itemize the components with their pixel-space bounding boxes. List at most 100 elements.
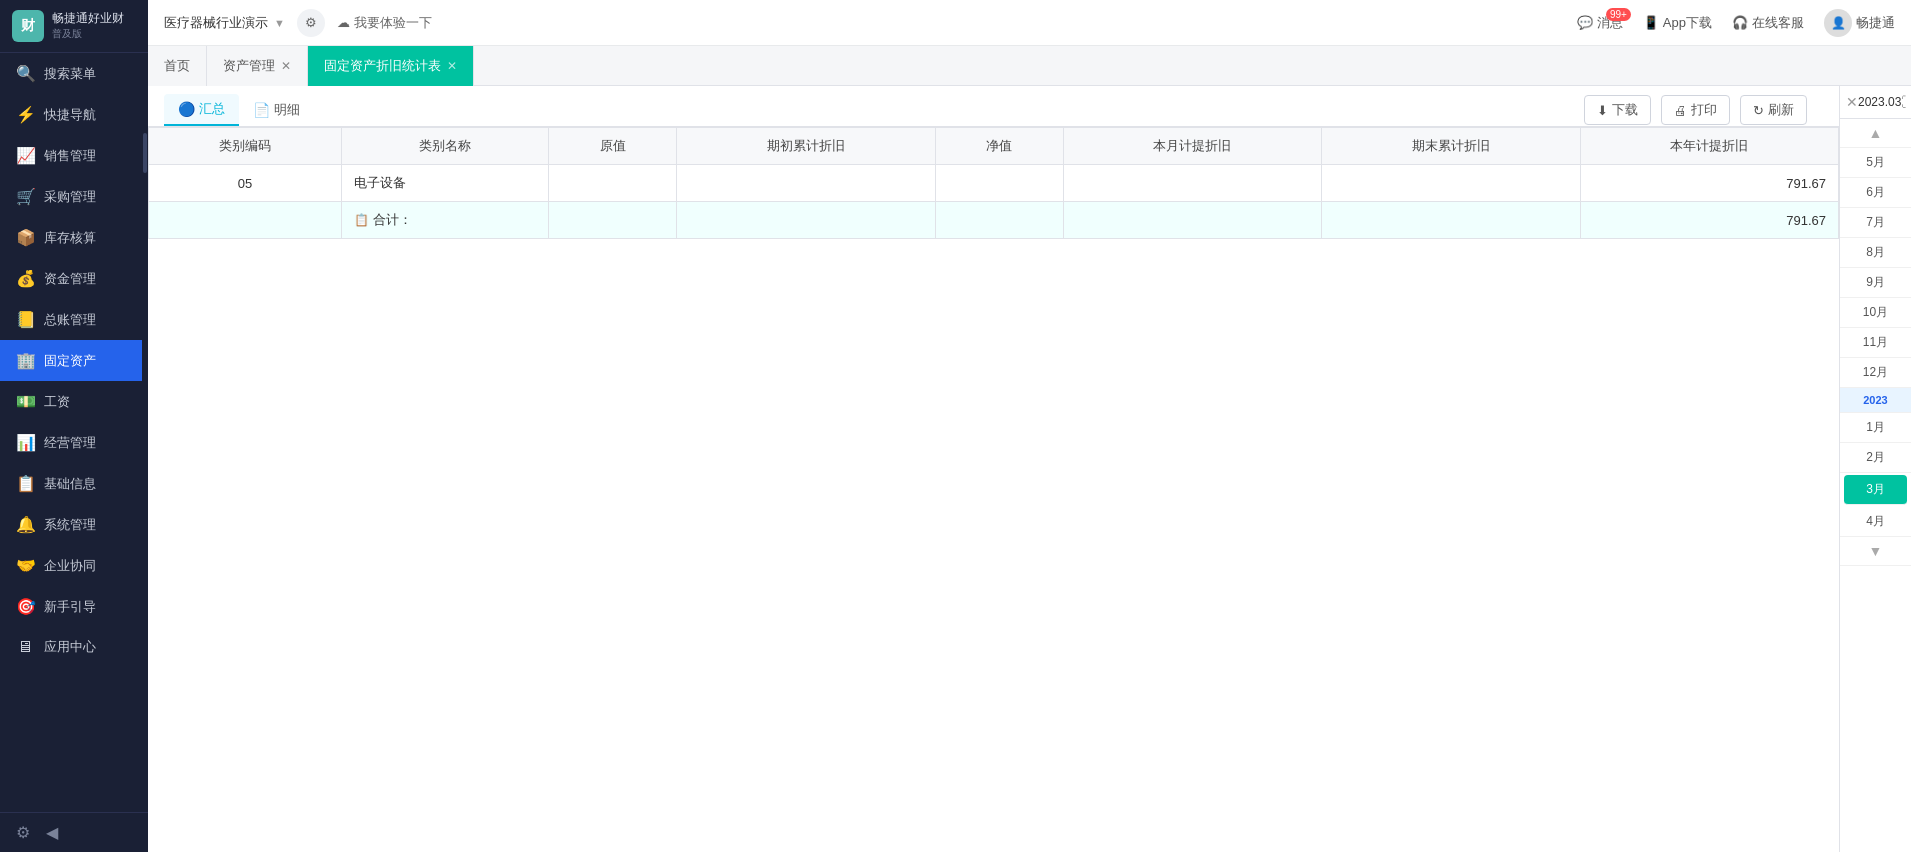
tab-asset-close-icon[interactable]: ✕ — [281, 59, 291, 73]
sidebar-item-payroll[interactable]: 💵 工资 — [0, 381, 142, 422]
date-panel-scroll-up[interactable]: ▲ — [1840, 119, 1911, 148]
tab-asset-mgmt[interactable]: 资产管理 ✕ — [207, 46, 308, 86]
sidebar-item-purchase[interactable]: 🛒 采购管理 — [0, 176, 142, 217]
sidebar-item-inventory[interactable]: 📦 库存核算 — [0, 217, 142, 258]
search-icon: 🔍 — [16, 64, 34, 83]
header-right: 💬 消息 99+ 📱 App下载 🎧 在线客服 👤 畅捷通 — [1577, 9, 1895, 37]
date-month-9[interactable]: 9月 — [1840, 268, 1911, 298]
col-header-name: 类别名称 — [342, 128, 549, 165]
date-month-4[interactable]: 4月 — [1840, 507, 1911, 537]
print-button[interactable]: 🖨 打印 — [1661, 95, 1730, 125]
date-panel-expand-button[interactable]: ⛶ — [1901, 94, 1911, 110]
table-container: 类别编码 类别名称 原值 期初累计折旧 净值 本月计提折旧 期末累计折旧 本年计… — [148, 127, 1839, 852]
date-month-7[interactable]: 7月 — [1840, 208, 1911, 238]
sidebar-item-operations[interactable]: 📊 经营管理 — [0, 422, 142, 463]
tab-bar: 首页 资产管理 ✕ 固定资产折旧统计表 ✕ — [148, 46, 1911, 86]
sidebar-item-appcenter[interactable]: 🖥 应用中心 — [0, 627, 142, 667]
guide-icon: 🎯 — [16, 597, 34, 616]
cell-monthly-dep — [1063, 165, 1321, 202]
total-row: 📋 合计： 791.67 — [149, 202, 1839, 239]
app-download-button[interactable]: 📱 App下载 — [1643, 14, 1712, 32]
date-month-5[interactable]: 5月 — [1840, 148, 1911, 178]
sidebar-label-purchase: 采购管理 — [44, 188, 96, 206]
depreciation-table: 类别编码 类别名称 原值 期初累计折旧 净值 本月计提折旧 期末累计折旧 本年计… — [148, 127, 1839, 239]
company-selector[interactable]: 医疗器械行业演示 ▼ — [164, 14, 285, 32]
cell-original — [549, 165, 677, 202]
download-button[interactable]: ⬇ 下载 — [1584, 95, 1651, 125]
sidebar-label-finance: 资金管理 — [44, 270, 96, 288]
ledger-icon: 📒 — [16, 310, 34, 329]
sidebar-label-collab: 企业协同 — [44, 557, 96, 575]
refresh-icon: ↻ — [1753, 103, 1764, 118]
customer-service-button[interactable]: 🎧 在线客服 — [1732, 14, 1804, 32]
detail-icon: 📄 — [253, 102, 270, 118]
sidebar-nav: 🔍 搜索菜单 ⚡ 快捷导航 📈 销售管理 🛒 采购管理 📦 库存核算 💰 — [0, 53, 142, 812]
purchase-icon: 🛒 — [16, 187, 34, 206]
sidebar-logo: 财 畅捷通好业财 普及版 — [0, 0, 148, 53]
main-content: 医疗器械行业演示 ▼ ⚙ ☁ 我要体验一下 💬 消息 99+ 📱 App下载 🎧… — [148, 0, 1911, 852]
logo-sub: 普及版 — [52, 27, 124, 41]
sidebar-item-fixed[interactable]: 🏢 固定资产 — [0, 340, 142, 381]
col-header-initial-accum: 期初累计折旧 — [677, 128, 935, 165]
operations-icon: 📊 — [16, 433, 34, 452]
sidebar-item-finance[interactable]: 💰 资金管理 — [0, 258, 142, 299]
sidebar-item-guide[interactable]: 🎯 新手引导 — [0, 586, 142, 627]
date-month-1[interactable]: 1月 — [1840, 413, 1911, 443]
date-month-2[interactable]: 2月 — [1840, 443, 1911, 473]
refresh-button[interactable]: ↻ 刷新 — [1740, 95, 1807, 125]
sidebar-scrollbar-thumb — [143, 133, 147, 173]
sub-tab-summary[interactable]: 🔵 汇总 — [164, 94, 239, 126]
cloud-icon: ☁ — [337, 15, 350, 30]
collapse-icon[interactable]: ◀ — [46, 823, 58, 842]
headset-icon: 🎧 — [1732, 15, 1748, 30]
sidebar-item-sales[interactable]: 📈 销售管理 — [0, 135, 142, 176]
sidebar-label-sales: 销售管理 — [44, 147, 96, 165]
date-month-11[interactable]: 11月 — [1840, 328, 1911, 358]
print-icon: 🖨 — [1674, 103, 1687, 118]
date-panel-scroll-down[interactable]: ▼ — [1840, 537, 1911, 566]
sidebar-item-system[interactable]: 🔔 系统管理 — [0, 504, 142, 545]
cell-net — [935, 165, 1063, 202]
inventory-icon: 📦 — [16, 228, 34, 247]
user-profile[interactable]: 👤 畅捷通 — [1824, 9, 1895, 37]
cell-name: 电子设备 — [342, 165, 549, 202]
date-panel-list: ▲ 5月 6月 7月 8月 9月 10月 11月 12月 2023 1月 2月 … — [1840, 119, 1911, 852]
message-button[interactable]: 💬 消息 99+ — [1577, 14, 1623, 32]
tab-fixed-depreciation[interactable]: 固定资产折旧统计表 ✕ — [308, 46, 474, 86]
gear-button[interactable]: ⚙ — [297, 9, 325, 37]
cell-initial-accum — [677, 165, 935, 202]
gear-icon: ⚙ — [305, 15, 317, 30]
col-header-ending-accum: 期末累计折旧 — [1322, 128, 1580, 165]
date-month-8[interactable]: 8月 — [1840, 238, 1911, 268]
sidebar-label-payroll: 工资 — [44, 393, 70, 411]
download-label: 下载 — [1612, 101, 1638, 119]
system-icon: 🔔 — [16, 515, 34, 534]
user-name: 畅捷通 — [1856, 14, 1895, 32]
tab-fixed-close-icon[interactable]: ✕ — [447, 59, 457, 73]
date-month-12[interactable]: 12月 — [1840, 358, 1911, 388]
toolbar: ⬇ 下载 🖨 打印 ↻ 刷新 — [1584, 95, 1823, 125]
sub-tab-detail[interactable]: 📄 明细 — [239, 95, 314, 125]
total-label-cell: 📋 合计： — [342, 202, 549, 239]
date-month-3-active[interactable]: 3月 — [1844, 475, 1907, 505]
total-net — [935, 202, 1063, 239]
settings-icon[interactable]: ⚙ — [16, 823, 30, 842]
sidebar-item-collab[interactable]: 🤝 企业协同 — [0, 545, 142, 586]
sales-icon: 📈 — [16, 146, 34, 165]
date-year-2023[interactable]: 2023 — [1840, 388, 1911, 413]
refresh-label: 刷新 — [1768, 101, 1794, 119]
date-month-6[interactable]: 6月 — [1840, 178, 1911, 208]
tab-home[interactable]: 首页 — [148, 46, 207, 86]
sidebar-item-ledger[interactable]: 📒 总账管理 — [0, 299, 142, 340]
app-download-label: App下载 — [1663, 14, 1712, 32]
total-empty-code — [149, 202, 342, 239]
experience-button[interactable]: ☁ 我要体验一下 — [337, 14, 432, 32]
sidebar-item-quicknav[interactable]: ⚡ 快捷导航 — [0, 94, 142, 135]
date-panel-close-button[interactable]: ✕ — [1846, 94, 1858, 110]
date-month-10[interactable]: 10月 — [1840, 298, 1911, 328]
total-initial-accum — [677, 202, 935, 239]
sidebar-item-search[interactable]: 🔍 搜索菜单 — [0, 53, 142, 94]
sidebar-item-basic[interactable]: 📋 基础信息 — [0, 463, 142, 504]
download-icon: ⬇ — [1597, 103, 1608, 118]
logo-text: 畅捷通好业财 — [52, 11, 124, 27]
